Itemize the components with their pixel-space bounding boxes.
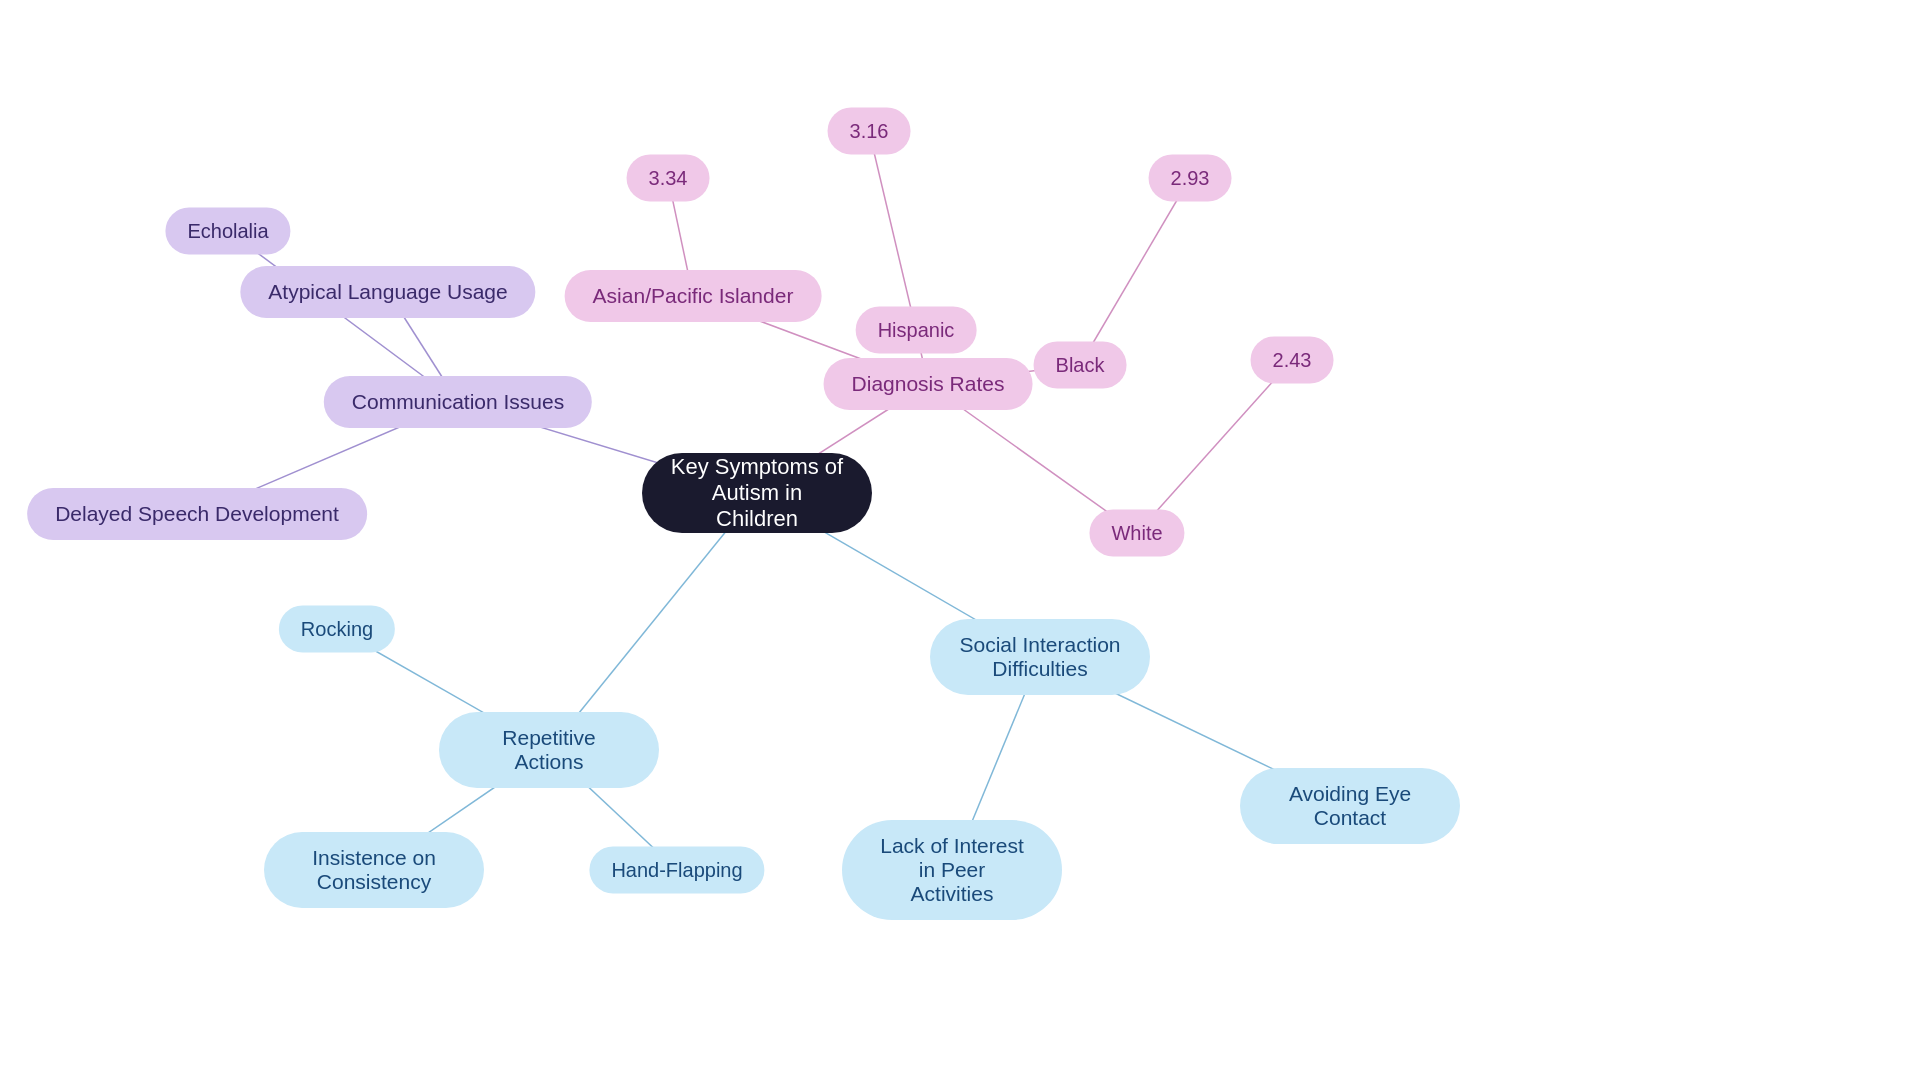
node-echolalia: Echolalia [165, 208, 290, 255]
node-center: Key Symptoms of Autism in Children [642, 453, 872, 533]
svg-line-12 [1137, 360, 1292, 533]
node-hand_flapping: Hand-Flapping [589, 847, 764, 894]
node-atypical_language: Atypical Language Usage [240, 266, 535, 318]
node-diagnosis_rates: Diagnosis Rates [824, 358, 1033, 410]
node-asian_pacific: Asian/Pacific Islander [565, 270, 822, 322]
node-value_316: 3.16 [828, 108, 911, 155]
node-delayed_speech: Delayed Speech Development [27, 488, 367, 540]
node-black: Black [1034, 342, 1127, 389]
node-value_243: 2.43 [1251, 337, 1334, 384]
node-communication_issues: Communication Issues [324, 376, 592, 428]
node-lack_interest: Lack of Interest in Peer Activities [842, 820, 1062, 920]
svg-line-10 [1080, 178, 1190, 365]
mind-map-canvas [0, 0, 1920, 1083]
node-avoiding_eye: Avoiding Eye Contact [1240, 768, 1460, 844]
node-white: White [1089, 510, 1184, 557]
node-value_293: 2.93 [1149, 155, 1232, 202]
node-value_334: 3.34 [627, 155, 710, 202]
svg-line-8 [869, 131, 916, 330]
node-rocking: Rocking [279, 606, 395, 653]
node-social_interaction: Social Interaction Difficulties [930, 619, 1150, 695]
node-hispanic: Hispanic [856, 307, 977, 354]
node-insistence: Insistence on Consistency [264, 832, 484, 908]
node-repetitive_actions: Repetitive Actions [439, 712, 659, 788]
